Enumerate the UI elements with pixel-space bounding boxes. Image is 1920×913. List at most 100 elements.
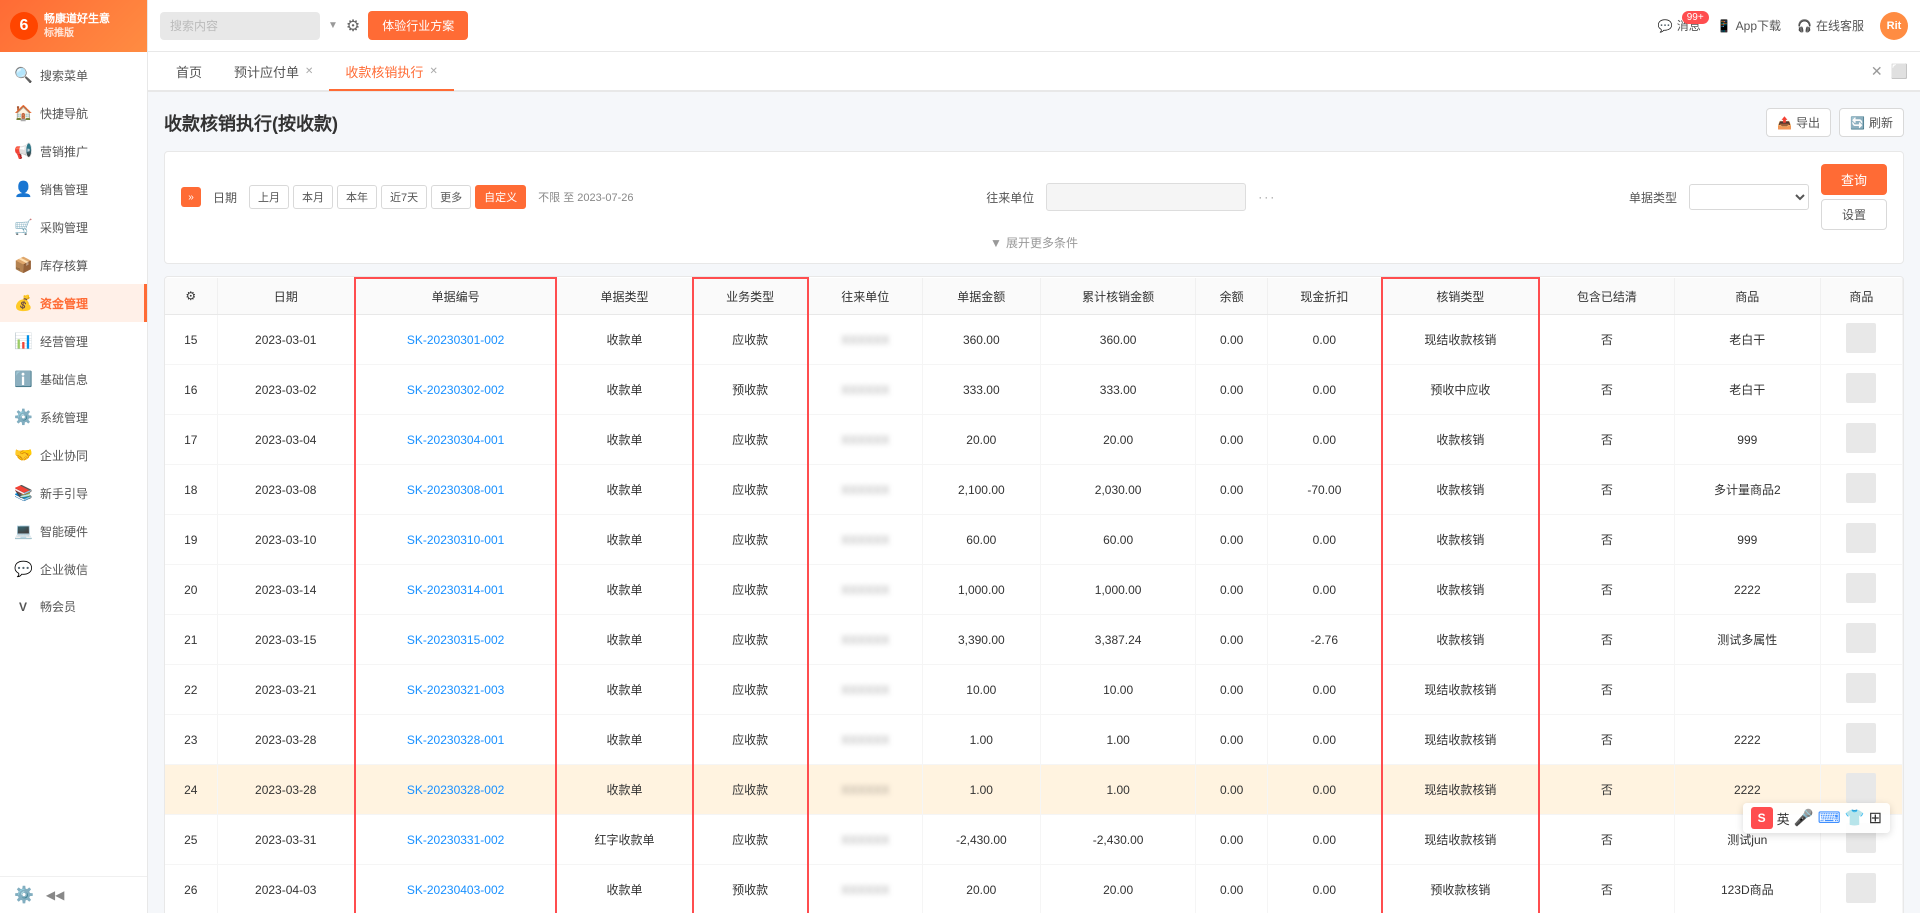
sidebar-item-marketing[interactable]: 📢 营销推广 [0, 132, 147, 170]
close-window-icon[interactable]: ✕ [1871, 63, 1883, 80]
cell-cash-discount: 0.00 [1267, 665, 1381, 715]
last-month-btn[interactable]: 上月 [249, 185, 289, 209]
last-7-days-btn[interactable]: 近7天 [381, 185, 427, 209]
col-header-balance: 余额 [1196, 278, 1268, 315]
sidebar-item-hardware[interactable]: 💻 智能硬件 [0, 512, 147, 550]
tab-prepay[interactable]: 预计应付单 ✕ [218, 54, 329, 91]
tab-receipt-cancel-close[interactable]: ✕ [429, 66, 437, 77]
collapse-icon[interactable]: ◀◀ [46, 888, 64, 902]
table-row[interactable]: 16 2023-03-02 SK-20230302-002 收款单 预收款 XX… [165, 365, 1903, 415]
query-button[interactable]: 查询 [1821, 164, 1887, 195]
sidebar-item-purchase[interactable]: 🛒 采购管理 [0, 208, 147, 246]
search-menu-icon: 🔍 [14, 66, 32, 84]
tab-receipt-cancel[interactable]: 收款核销执行 ✕ [329, 54, 453, 91]
doc-type-select[interactable] [1689, 184, 1809, 210]
table-row[interactable]: 23 2023-03-28 SK-20230328-001 收款单 应收款 XX… [165, 715, 1903, 765]
this-month-btn[interactable]: 本月 [293, 185, 333, 209]
more-date-btn[interactable]: 更多 [431, 185, 471, 209]
page-content: 收款核销执行(按收款) 📤 导出 🔄 刷新 » 日期 上月 [148, 92, 1920, 913]
sidebar-item-member[interactable]: V 畅会员 [0, 588, 147, 625]
cell-doc-amount: 20.00 [922, 415, 1040, 465]
sidebar-item-inventory[interactable]: 📦 库存核算 [0, 246, 147, 284]
top-bar: 搜索内容 ▼ ⚙ 体验行业方案 💬 消息 99+ 📱 App下载 🎧 在线客服 … [148, 0, 1920, 52]
sidebar-item-sales[interactable]: 👤 销售管理 [0, 170, 147, 208]
sidebar-item-basic[interactable]: ℹ️ 基础信息 [0, 360, 147, 398]
table-row[interactable]: 25 2023-03-31 SK-20230331-002 红字收款单 应收款 … [165, 815, 1903, 865]
cell-biz-type: 应收款 [693, 315, 808, 365]
table-row[interactable]: 26 2023-04-03 SK-20230403-002 收款单 预收款 XX… [165, 865, 1903, 913]
table-scroll-area[interactable]: ⚙ 日期 单据编号 单据类型 业务类型 往来单位 单据金额 累计核销金额 余额 … [165, 277, 1903, 913]
cell-cancel-amount: 360.00 [1040, 315, 1195, 365]
cell-no: 17 [165, 415, 217, 465]
cell-doc-no: SK-20230328-001 [355, 715, 557, 765]
cell-balance: 0.00 [1196, 865, 1268, 913]
cell-cancel-amount: 10.00 [1040, 665, 1195, 715]
user-avatar[interactable]: Rit [1880, 12, 1908, 40]
app-download[interactable]: 📱 App下载 [1717, 17, 1781, 34]
doc-no-link[interactable]: SK-20230301-002 [407, 333, 504, 347]
page-title: 收款核销执行(按收款) [164, 110, 338, 136]
settings-button[interactable]: 设置 [1821, 199, 1887, 230]
sidebar-item-search[interactable]: 🔍 搜索菜单 [0, 56, 147, 94]
sidebar-item-guide[interactable]: 📚 新手引导 [0, 474, 147, 512]
doc-no-link[interactable]: SK-20230328-002 [407, 783, 504, 797]
sidebar-item-operations[interactable]: 📊 经营管理 [0, 322, 147, 360]
doc-no-link[interactable]: SK-20230314-001 [407, 583, 504, 597]
table-row[interactable]: 17 2023-03-04 SK-20230304-001 收款单 应收款 XX… [165, 415, 1903, 465]
doc-no-link[interactable]: SK-20230315-002 [407, 633, 504, 647]
table-row[interactable]: 15 2023-03-01 SK-20230301-002 收款单 应收款 XX… [165, 315, 1903, 365]
bottom-settings-icon[interactable]: ⚙️ [14, 885, 34, 905]
expand-more-btn[interactable]: ▼ 展开更多条件 [181, 234, 1887, 251]
cell-no: 16 [165, 365, 217, 415]
table-row[interactable]: 21 2023-03-15 SK-20230315-002 收款单 应收款 XX… [165, 615, 1903, 665]
col-header-settings[interactable]: ⚙ [165, 278, 217, 315]
doc-no-link[interactable]: SK-20230308-001 [407, 483, 504, 497]
partner-blurred: XXXXXX [841, 533, 889, 547]
doc-no-link[interactable]: SK-20230310-001 [407, 533, 504, 547]
sidebar-item-quick-nav[interactable]: 🏠 快捷导航 [0, 94, 147, 132]
custom-date-btn[interactable]: 自定义 [475, 185, 526, 209]
maximize-window-icon[interactable]: ⬜ [1891, 63, 1908, 80]
filter-toggle[interactable]: » [181, 187, 201, 207]
message-badge[interactable]: 💬 消息 99+ [1658, 17, 1701, 34]
this-year-btn[interactable]: 本年 [337, 185, 377, 209]
top-search-input[interactable]: 搜索内容 [160, 12, 320, 40]
cell-cancel-amount: 1,000.00 [1040, 565, 1195, 615]
sidebar-item-system[interactable]: ⚙️ 系统管理 [0, 398, 147, 436]
doc-no-link[interactable]: SK-20230304-001 [407, 433, 504, 447]
cell-partner: XXXXXX [808, 615, 922, 665]
partner-input[interactable] [1046, 183, 1246, 211]
doc-no-link[interactable]: SK-20230403-002 [407, 883, 504, 897]
sidebar-item-wechat[interactable]: 💬 企业微信 [0, 550, 147, 588]
table-row[interactable]: 20 2023-03-14 SK-20230314-001 收款单 应收款 XX… [165, 565, 1903, 615]
export-button[interactable]: 📤 导出 [1766, 108, 1831, 137]
doc-no-link[interactable]: SK-20230302-002 [407, 383, 504, 397]
table-row[interactable]: 22 2023-03-21 SK-20230321-003 收款单 应收款 XX… [165, 665, 1903, 715]
cell-no: 24 [165, 765, 217, 815]
cell-doc-amount: 1.00 [922, 715, 1040, 765]
tab-home[interactable]: 首页 [160, 54, 218, 91]
table-row[interactable]: 24 2023-03-28 SK-20230328-002 收款单 应收款 XX… [165, 765, 1903, 815]
partner-dots[interactable]: ··· [1258, 190, 1276, 204]
table-row[interactable]: 19 2023-03-10 SK-20230310-001 收款单 应收款 XX… [165, 515, 1903, 565]
cell-cash-discount: 0.00 [1267, 315, 1381, 365]
doc-no-link[interactable]: SK-20230321-003 [407, 683, 504, 697]
doc-no-link[interactable]: SK-20230331-002 [407, 833, 504, 847]
industry-solution-button[interactable]: 体验行业方案 [368, 11, 468, 40]
online-service[interactable]: 🎧 在线客服 [1797, 17, 1864, 34]
cell-goods: 2222 [1674, 715, 1820, 765]
refresh-button[interactable]: 🔄 刷新 [1839, 108, 1904, 137]
col-settings-icon[interactable]: ⚙ [185, 289, 196, 303]
partner-blurred: XXXXXX [841, 583, 889, 597]
doc-no-link[interactable]: SK-20230328-001 [407, 733, 504, 747]
sidebar-item-enterprise[interactable]: 🤝 企业协同 [0, 436, 147, 474]
sidebar-item-finance[interactable]: 💰 资金管理 [0, 284, 147, 322]
cell-cash-discount: 0.00 [1267, 765, 1381, 815]
topbar-gear-icon[interactable]: ⚙ [346, 16, 360, 36]
tab-prepay-close[interactable]: ✕ [305, 66, 313, 77]
cell-cancel-type: 现结收款核销 [1382, 815, 1539, 865]
cell-doc-type: 收款单 [556, 765, 692, 815]
cell-doc-no: SK-20230308-001 [355, 465, 557, 515]
cell-date: 2023-03-28 [217, 715, 355, 765]
table-row[interactable]: 18 2023-03-08 SK-20230308-001 收款单 应收款 XX… [165, 465, 1903, 515]
